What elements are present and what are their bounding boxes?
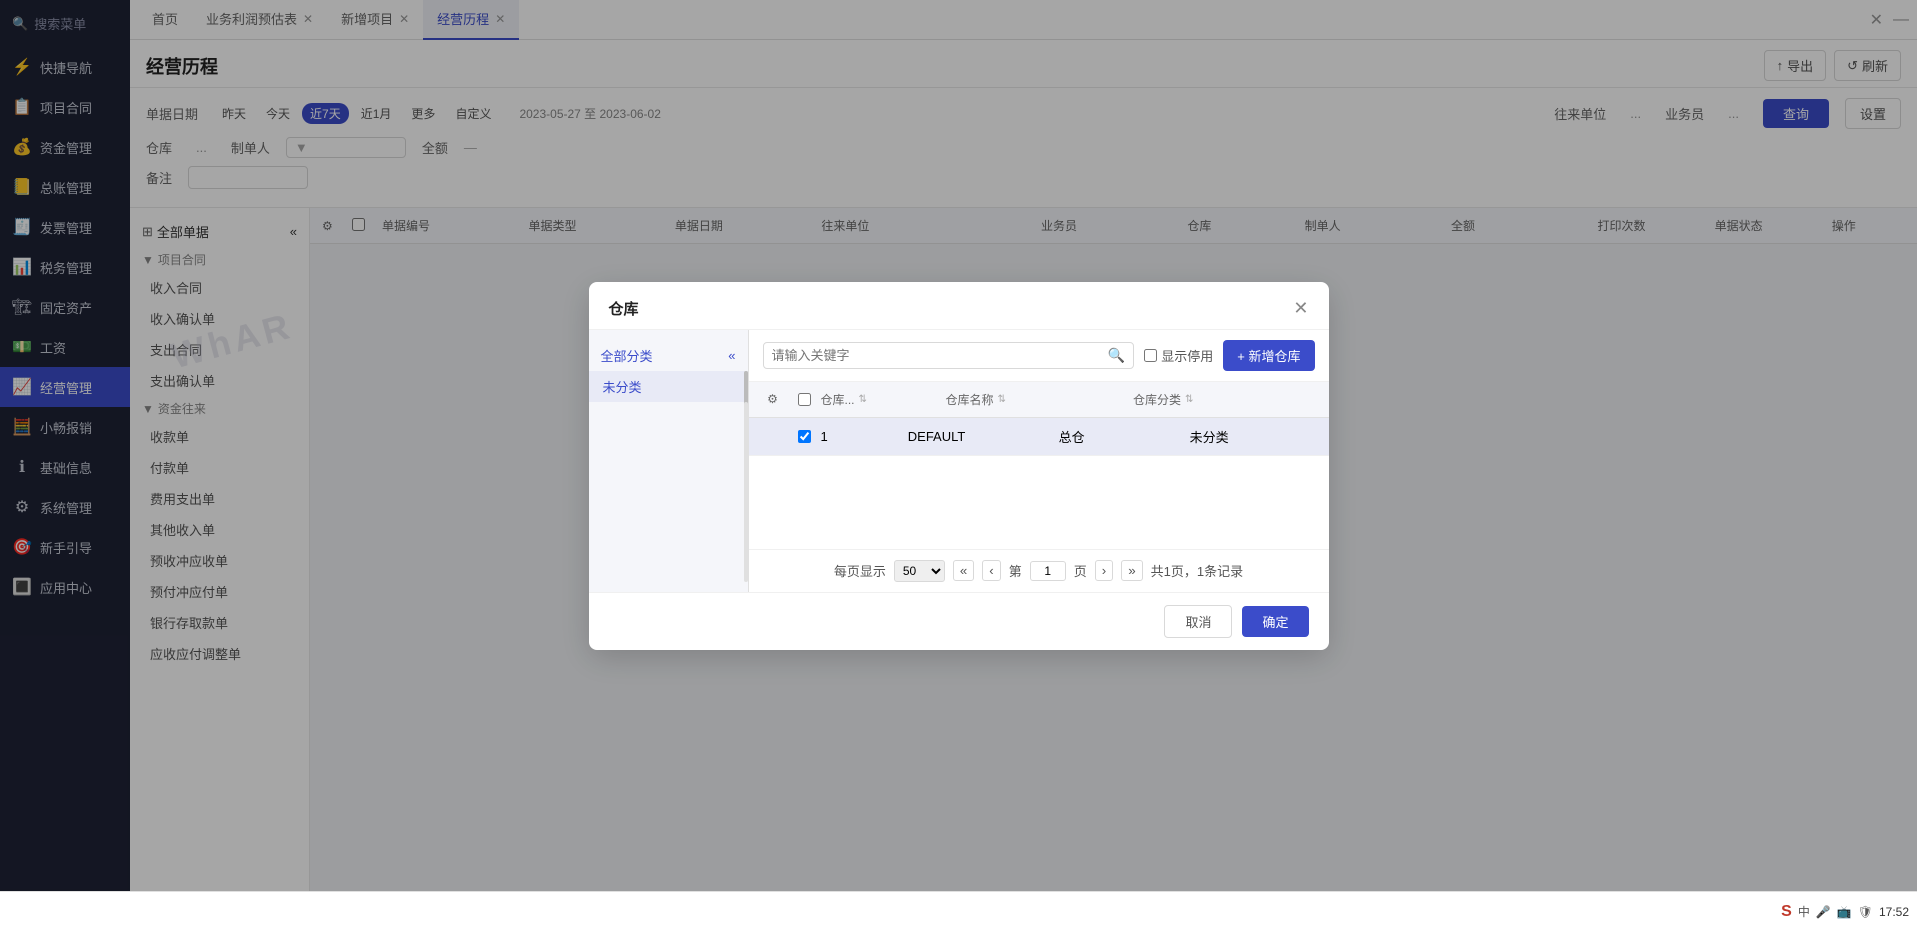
modal-category-scroll-area bbox=[589, 402, 748, 582]
modal-col-cat-header: 仓库分类 ⇅ bbox=[1133, 391, 1321, 408]
modal-page-size-select[interactable]: 501020100 bbox=[894, 560, 945, 582]
modal-col-name-header: 仓库名称 ⇅ bbox=[946, 391, 1134, 408]
modal-col-check[interactable] bbox=[789, 393, 821, 406]
taskbar-icon-3: 🎤 bbox=[1816, 905, 1831, 919]
modal-footer: 取消 确定 bbox=[589, 592, 1329, 650]
modal-last-page-btn[interactable]: » bbox=[1121, 560, 1142, 581]
taskbar: S 中 🎤 📺 🛡 17:52 bbox=[0, 891, 1917, 931]
row-code: DEFAULT bbox=[908, 429, 1039, 444]
row-category: 未分类 bbox=[1190, 427, 1321, 446]
taskbar-icon-2: 中 bbox=[1798, 903, 1810, 920]
modal-page-input[interactable] bbox=[1030, 561, 1066, 581]
taskbar-icon-5: 🛡 bbox=[1858, 905, 1873, 919]
row-checkbox[interactable] bbox=[798, 430, 811, 443]
modal-prev-page-btn[interactable]: ‹ bbox=[982, 560, 1000, 581]
modal-title: 仓库 bbox=[609, 298, 639, 319]
modal-all-categories-label: 全部分类 bbox=[601, 346, 653, 365]
add-warehouse-button[interactable]: + 新增仓库 bbox=[1223, 340, 1314, 371]
modal-col-id-header: 仓库... ⇅ bbox=[821, 391, 946, 408]
table-row[interactable]: 1 DEFAULT 总仓 未分类 bbox=[749, 418, 1329, 456]
modal-table-header: ⚙ 仓库... ⇅ 仓库名称 ⇅ 仓库分类 bbox=[749, 382, 1329, 418]
modal-select-all[interactable] bbox=[798, 393, 811, 406]
modal-overlay: 仓库 ✕ 全部分类 « 未分类 bbox=[0, 0, 1917, 931]
modal-col-gear[interactable]: ⚙ bbox=[757, 392, 789, 406]
show-disabled-text: 显示停用 bbox=[1161, 346, 1213, 365]
modal-close-btn[interactable]: ✕ bbox=[1293, 298, 1308, 319]
scroll-track bbox=[744, 402, 748, 582]
id-sort-icon[interactable]: ⇅ bbox=[859, 394, 867, 405]
modal-search-box: 🔍 bbox=[763, 342, 1135, 369]
modal-cancel-button[interactable]: 取消 bbox=[1164, 605, 1232, 638]
modal-category-list: 未分类 bbox=[589, 371, 748, 402]
modal-pagination: 每页显示 501020100 « ‹ 第 页 › » 共1页，1条记录 bbox=[749, 549, 1329, 592]
modal-page-label: 第 bbox=[1009, 561, 1022, 580]
modal-page-size-label: 每页显示 bbox=[834, 561, 886, 580]
taskbar-icon-1: S bbox=[1781, 903, 1792, 921]
modal-category-unclassified[interactable]: 未分类 bbox=[589, 371, 748, 402]
cat-sort-icon[interactable]: ⇅ bbox=[1185, 394, 1193, 405]
modal-first-page-btn[interactable]: « bbox=[953, 560, 974, 581]
row-name: 总仓 bbox=[1059, 427, 1190, 446]
modal-show-disabled-label[interactable]: 显示停用 bbox=[1144, 346, 1213, 365]
modal-next-page-btn[interactable]: › bbox=[1095, 560, 1113, 581]
modal-body: 全部分类 « 未分类 bbox=[589, 330, 1329, 592]
modal-confirm-button[interactable]: 确定 bbox=[1242, 606, 1308, 637]
row-id: 1 bbox=[821, 429, 908, 444]
modal-total-info: 共1页，1条记录 bbox=[1151, 561, 1243, 580]
modal-category-collapse-icon[interactable]: « bbox=[728, 348, 735, 363]
modal-all-categories[interactable]: 全部分类 « bbox=[589, 340, 748, 371]
modal-search-input[interactable] bbox=[772, 348, 1102, 363]
modal-table-pane: 🔍 显示停用 + 新增仓库 ⚙ bbox=[749, 330, 1329, 592]
taskbar-right: S 中 🎤 📺 🛡 17:52 bbox=[1781, 903, 1909, 921]
taskbar-time: 17:52 bbox=[1879, 905, 1909, 919]
modal-page-unit: 页 bbox=[1074, 561, 1087, 580]
modal-table: ⚙ 仓库... ⇅ 仓库名称 ⇅ 仓库分类 bbox=[749, 382, 1329, 549]
name-sort-icon[interactable]: ⇅ bbox=[998, 394, 1006, 405]
row-check[interactable] bbox=[789, 430, 821, 443]
taskbar-icon-4: 📺 bbox=[1837, 905, 1852, 919]
modal-search-icon: 🔍 bbox=[1108, 347, 1125, 364]
warehouse-modal: 仓库 ✕ 全部分类 « 未分类 bbox=[589, 282, 1329, 650]
modal-show-disabled-checkbox[interactable] bbox=[1144, 349, 1157, 362]
modal-category-pane: 全部分类 « 未分类 bbox=[589, 330, 749, 592]
modal-toolbar: 🔍 显示停用 + 新增仓库 bbox=[749, 330, 1329, 382]
modal-header: 仓库 ✕ bbox=[589, 282, 1329, 330]
